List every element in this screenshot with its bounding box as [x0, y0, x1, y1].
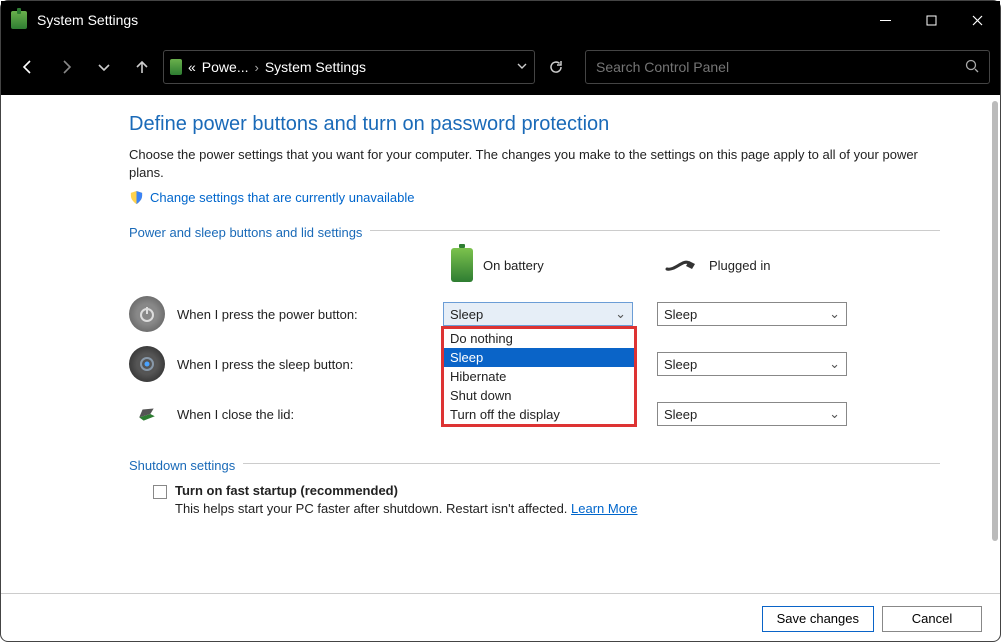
section-buttons-lid: Power and sleep buttons and lid settings: [129, 225, 362, 240]
option-do-nothing[interactable]: Do nothing: [444, 329, 634, 348]
shield-icon: [129, 190, 144, 205]
column-plugged-in: Plugged in: [657, 257, 770, 273]
breadcrumb-prefix: «: [188, 59, 196, 75]
dropdown-menu: Do nothing Sleep Hibernate Shut down Tur…: [441, 326, 637, 427]
nav-toolbar: « Powe... › System Settings: [1, 39, 1000, 95]
window-title: System Settings: [37, 12, 862, 28]
fast-startup-checkbox[interactable]: [153, 485, 167, 499]
option-shut-down[interactable]: Shut down: [444, 386, 634, 405]
dropdown-lid-plugged[interactable]: Sleep ⌄: [657, 402, 847, 426]
content-pane: Define power buttons and turn on passwor…: [1, 95, 1000, 526]
save-button[interactable]: Save changes: [762, 606, 874, 632]
divider: [370, 230, 940, 231]
search-box[interactable]: [585, 50, 990, 84]
dropdown-value: Sleep: [450, 307, 483, 322]
row-lid-label: When I close the lid:: [177, 407, 294, 422]
chevron-down-icon: ⌄: [829, 406, 840, 422]
chevron-down-icon[interactable]: [516, 60, 528, 75]
fast-startup-label: Turn on fast startup (recommended): [175, 483, 398, 498]
plug-icon: [665, 257, 699, 273]
fast-startup-help: This helps start your PC faster after sh…: [175, 501, 571, 516]
learn-more-link[interactable]: Learn More: [571, 501, 637, 516]
option-sleep[interactable]: Sleep: [444, 348, 634, 367]
dropdown-value: Sleep: [664, 407, 697, 422]
minimize-button[interactable]: [862, 1, 908, 39]
breadcrumb-part1[interactable]: Powe...: [202, 59, 249, 75]
back-button[interactable]: [11, 50, 45, 84]
search-input[interactable]: [596, 59, 965, 75]
search-icon[interactable]: [965, 59, 979, 76]
dropdown-sleep-plugged[interactable]: Sleep ⌄: [657, 352, 847, 376]
app-icon: [11, 11, 27, 29]
row-power-label: When I press the power button:: [177, 307, 358, 322]
title-bar: System Settings: [1, 1, 1000, 39]
change-settings-link[interactable]: Change settings that are currently unava…: [150, 190, 415, 205]
page-description: Choose the power settings that you want …: [129, 146, 940, 182]
up-button[interactable]: [125, 50, 159, 84]
battery-icon: [170, 59, 182, 75]
divider: [243, 463, 940, 464]
address-bar[interactable]: « Powe... › System Settings: [163, 50, 535, 84]
chevron-right-icon: ›: [255, 60, 259, 75]
column-battery-label: On battery: [483, 258, 544, 273]
chevron-down-icon: ⌄: [829, 306, 840, 322]
dropdown-value: Sleep: [664, 357, 697, 372]
option-hibernate[interactable]: Hibernate: [444, 367, 634, 386]
close-button[interactable]: [954, 1, 1000, 39]
section-shutdown: Shutdown settings: [129, 458, 235, 473]
recent-dropdown[interactable]: [87, 50, 121, 84]
dropdown-power-battery[interactable]: Sleep ⌄ Do nothing Sleep Hibernate Shut …: [443, 302, 633, 326]
lid-icon: [129, 396, 165, 432]
chevron-down-icon: ⌄: [615, 306, 626, 322]
row-sleep-label: When I press the sleep button:: [177, 357, 353, 372]
chevron-down-icon: ⌄: [829, 356, 840, 372]
column-on-battery: On battery: [443, 248, 544, 282]
cancel-button[interactable]: Cancel: [882, 606, 982, 632]
option-turn-off-display[interactable]: Turn off the display: [444, 405, 634, 424]
sleep-button-icon: [129, 346, 165, 382]
page-title: Define power buttons and turn on passwor…: [129, 113, 940, 136]
breadcrumb-part2[interactable]: System Settings: [265, 59, 366, 75]
scrollbar[interactable]: [992, 101, 998, 541]
dropdown-value: Sleep: [664, 307, 697, 322]
column-plugged-label: Plugged in: [709, 258, 770, 273]
refresh-button[interactable]: [539, 50, 573, 84]
footer: Save changes Cancel: [1, 593, 1000, 643]
power-button-icon: [129, 296, 165, 332]
dropdown-power-plugged[interactable]: Sleep ⌄: [657, 302, 847, 326]
maximize-button[interactable]: [908, 1, 954, 39]
battery-icon: [451, 248, 473, 282]
forward-button[interactable]: [49, 50, 83, 84]
